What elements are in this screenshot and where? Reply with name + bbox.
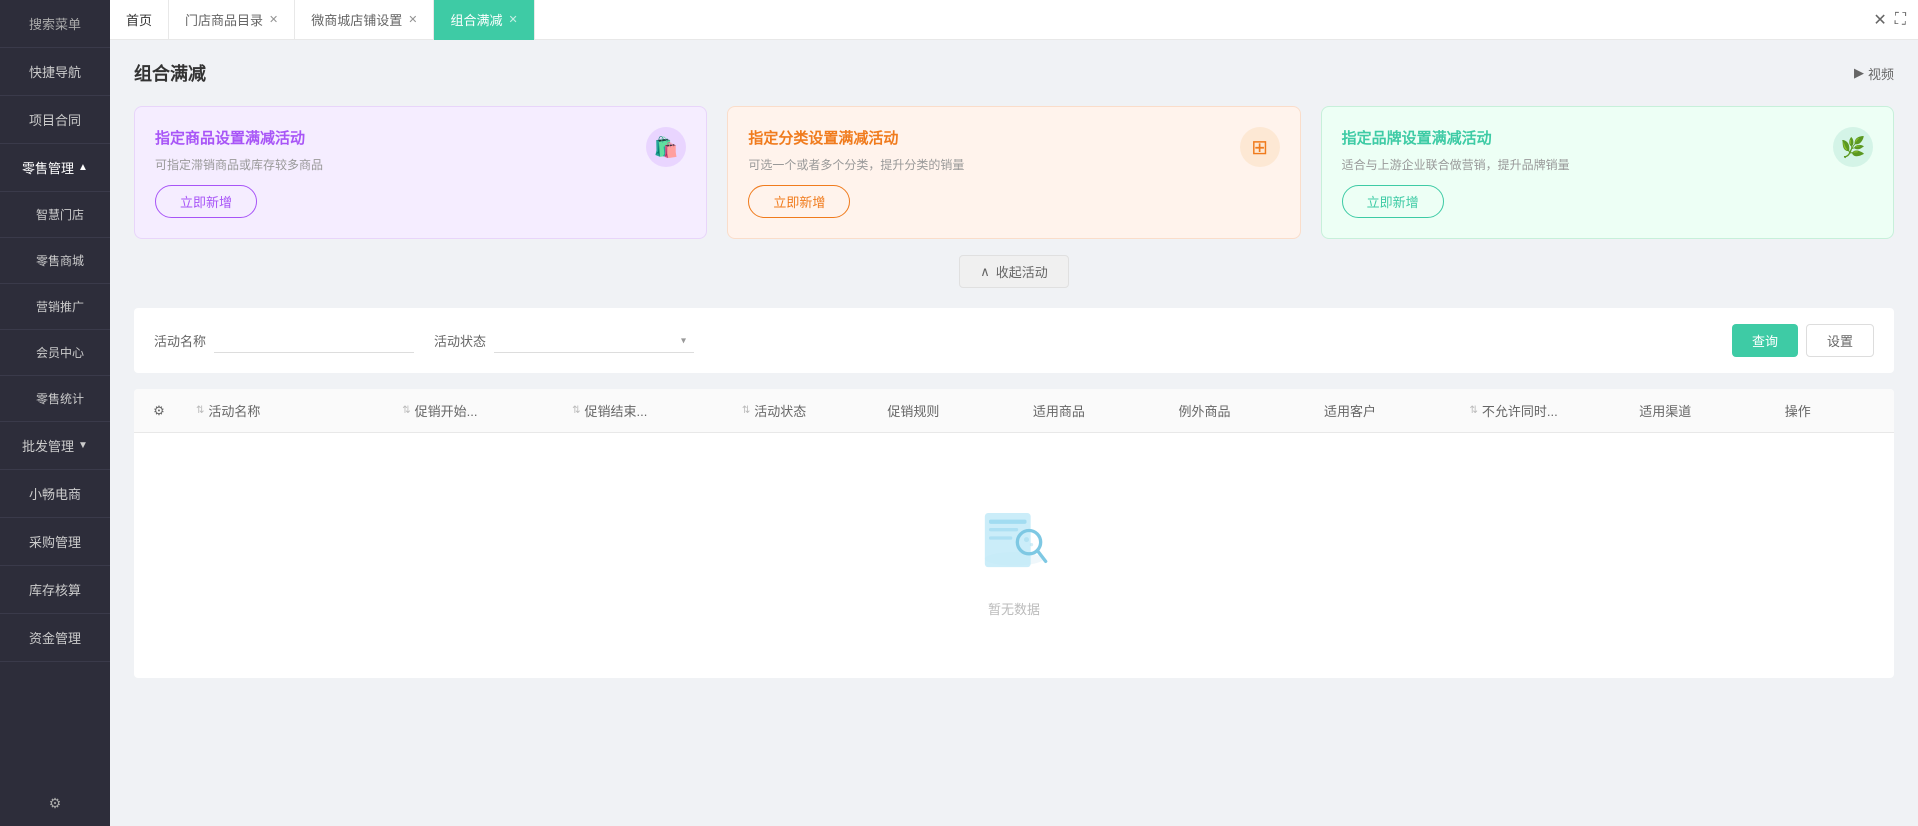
card-brand-desc: 适合与上游企业联合做营销，提升品牌销量 <box>1342 156 1873 173</box>
empty-state: 暂无数据 <box>134 433 1894 678</box>
page-header: 组合满减 ▶ 视频 <box>134 60 1894 86</box>
empty-illustration <box>964 493 1064 583</box>
card-product-title: 指定商品设置满减活动 <box>155 127 686 148</box>
close-window-button[interactable]: ✕ <box>1873 10 1886 30</box>
close-tab-wechat-store-icon[interactable]: ✕ <box>408 13 417 26</box>
th-applicable-customer: 适用客户 <box>1312 401 1458 420</box>
th-applicable-product: 适用商品 <box>1021 401 1167 420</box>
card-category-title: 指定分类设置满减活动 <box>748 127 1279 148</box>
brand-card-icon: 🌿 <box>1833 127 1873 167</box>
search-bar: 活动名称 活动状态 ▾ 查询 设置 <box>134 308 1894 373</box>
collapse-bar: ∧ 收起活动 <box>134 255 1894 288</box>
settings-icon-btn[interactable]: ⚙ <box>0 781 110 826</box>
chevron-up-icon: ∧ <box>980 264 990 280</box>
sidebar-search[interactable]: 搜索菜单 <box>0 0 110 48</box>
sidebar-item-project-contract[interactable]: 项目合同 <box>0 96 110 144</box>
settings-button[interactable]: 设置 <box>1806 324 1874 357</box>
page-title: 组合满减 <box>134 60 206 86</box>
sidebar-item-retail-stats[interactable]: 零售统计 <box>0 376 110 422</box>
tab-store-catalog[interactable]: 门店商品目录 ✕ <box>169 0 295 40</box>
category-card-icon: ⊞ <box>1240 127 1280 167</box>
th-applicable-channel: 适用渠道 <box>1627 401 1773 420</box>
activity-name-label: 活动名称 <box>154 331 206 350</box>
card-brand-title: 指定品牌设置满减活动 <box>1342 127 1873 148</box>
th-not-allow[interactable]: ⇅ 不允许同时... <box>1457 401 1627 420</box>
table-header: ⚙ ⇅ 活动名称 ⇅ 促销开始... ⇅ 促销结束... ⇅ 活动状态 <box>134 389 1894 433</box>
sidebar: 搜索菜单 快捷导航 项目合同 零售管理 ▲ 智慧门店 零售商城 营销推广 会员中… <box>0 0 110 826</box>
tab-home[interactable]: 首页 <box>110 0 169 40</box>
th-activity-status[interactable]: ⇅ 活动状态 <box>730 401 876 420</box>
th-promo-start[interactable]: ⇅ 促销开始... <box>390 401 560 420</box>
search-actions: 查询 设置 <box>1732 324 1874 357</box>
card-category-add-button[interactable]: 立即新增 <box>748 185 850 218</box>
th-promo-rule: 促销规则 <box>875 401 1021 420</box>
card-specify-brand: 🌿 指定品牌设置满减活动 适合与上游企业联合做营销，提升品牌销量 立即新增 <box>1321 106 1894 239</box>
play-circle-icon: ▶ <box>1854 65 1864 81</box>
sidebar-item-wholesale-mgmt[interactable]: 批发管理 ▼ <box>0 422 110 470</box>
sort-icon: ⇅ <box>402 405 410 416</box>
chevron-down-icon: ▼ <box>78 440 88 451</box>
collapse-activities-button[interactable]: ∧ 收起活动 <box>959 255 1069 288</box>
sidebar-item-retail-mall[interactable]: 零售商城 <box>0 238 110 284</box>
data-table: ⚙ ⇅ 活动名称 ⇅ 促销开始... ⇅ 促销结束... ⇅ 活动状态 <box>134 389 1894 678</box>
activity-status-field: 活动状态 ▾ <box>434 329 694 353</box>
sidebar-item-inventory[interactable]: 库存核算 <box>0 566 110 614</box>
activity-status-select[interactable] <box>494 329 694 353</box>
query-button[interactable]: 查询 <box>1732 324 1798 357</box>
activity-status-select-wrapper: ▾ <box>494 329 694 353</box>
close-tab-store-catalog-icon[interactable]: ✕ <box>269 13 278 26</box>
th-promo-end[interactable]: ⇅ 促销结束... <box>560 401 730 420</box>
sort-icon: ⇅ <box>196 405 204 416</box>
card-specify-category: ⊞ 指定分类设置满减活动 可选一个或者多个分类，提升分类的销量 立即新增 <box>727 106 1300 239</box>
sidebar-item-smart-store[interactable]: 智慧门店 <box>0 192 110 238</box>
tab-bar: 首页 门店商品目录 ✕ 微商城店铺设置 ✕ 组合满减 ✕ ✕ ⛶ <box>110 0 1918 40</box>
tab-combo-discount[interactable]: 组合满减 ✕ <box>434 0 534 40</box>
activity-cards: 🛍️ 指定商品设置满减活动 可指定滞销商品或库存较多商品 立即新增 ⊞ 指定分类… <box>134 106 1894 239</box>
activity-status-label: 活动状态 <box>434 331 486 350</box>
card-category-desc: 可选一个或者多个分类，提升分类的销量 <box>748 156 1279 173</box>
th-exception-product: 例外商品 <box>1166 401 1312 420</box>
tab-wechat-store[interactable]: 微商城店铺设置 ✕ <box>295 0 434 40</box>
main-content: 首页 门店商品目录 ✕ 微商城店铺设置 ✕ 组合满减 ✕ ✕ ⛶ 组合满减 ▶ … <box>110 0 1918 826</box>
activity-name-input[interactable] <box>214 329 414 353</box>
video-link[interactable]: ▶ 视频 <box>1854 64 1894 83</box>
sidebar-item-xiaochangec[interactable]: 小畅电商 <box>0 470 110 518</box>
activity-name-field: 活动名称 <box>154 329 414 353</box>
sort-icon: ⇅ <box>1469 405 1477 416</box>
topbar-actions: ✕ ⛶ <box>1873 10 1918 30</box>
chevron-up-icon: ▲ <box>78 162 88 173</box>
card-product-add-button[interactable]: 立即新增 <box>155 185 257 218</box>
sort-icon: ⇅ <box>572 405 580 416</box>
sidebar-item-quick-nav[interactable]: 快捷导航 <box>0 48 110 96</box>
sidebar-item-retail-mgmt[interactable]: 零售管理 ▲ <box>0 144 110 192</box>
sidebar-item-marketing[interactable]: 营销推广 <box>0 284 110 330</box>
page-content: 组合满减 ▶ 视频 🛍️ 指定商品设置满减活动 可指定滞销商品或库存较多商品 立… <box>110 40 1918 826</box>
sidebar-item-purchase-mgmt[interactable]: 采购管理 <box>0 518 110 566</box>
th-action: 操作 <box>1773 401 1894 420</box>
th-gear[interactable]: ⚙ <box>134 403 184 419</box>
sidebar-item-member-center[interactable]: 会员中心 <box>0 330 110 376</box>
empty-text: 暂无数据 <box>988 599 1040 618</box>
card-product-desc: 可指定滞销商品或库存较多商品 <box>155 156 686 173</box>
sort-icon: ⇅ <box>742 405 750 416</box>
maximize-window-button[interactable]: ⛶ <box>1895 11 1906 29</box>
sidebar-item-finance-mgmt[interactable]: 资金管理 <box>0 614 110 662</box>
th-activity-name[interactable]: ⇅ 活动名称 <box>184 401 390 420</box>
card-brand-add-button[interactable]: 立即新增 <box>1342 185 1444 218</box>
card-specify-product: 🛍️ 指定商品设置满减活动 可指定滞销商品或库存较多商品 立即新增 <box>134 106 707 239</box>
close-tab-combo-discount-icon[interactable]: ✕ <box>509 13 518 26</box>
gear-icon: ⚙ <box>153 403 165 419</box>
